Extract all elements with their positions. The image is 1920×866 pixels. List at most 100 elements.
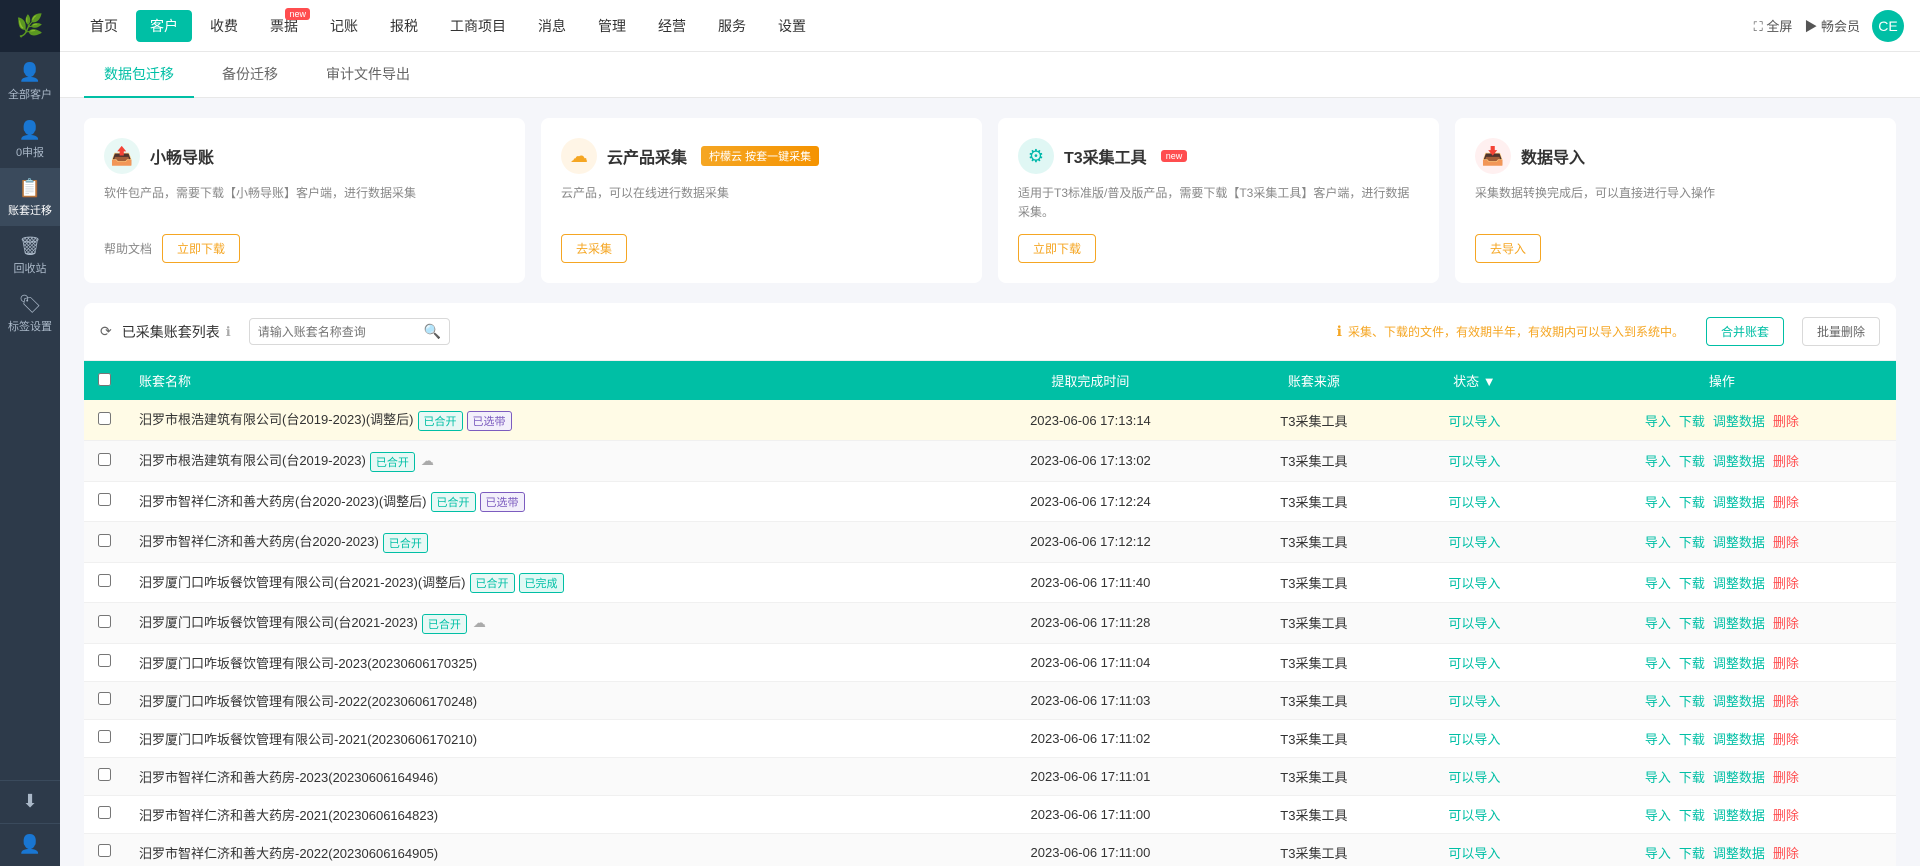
row-checkbox[interactable]: [98, 453, 111, 466]
sidebar-item-download[interactable]: ⬇: [0, 780, 60, 823]
action-import[interactable]: 导入: [1645, 656, 1671, 671]
action-download[interactable]: 下载: [1679, 535, 1705, 550]
action-download[interactable]: 下载: [1679, 616, 1705, 631]
action-import[interactable]: 导入: [1645, 454, 1671, 469]
action-adjust[interactable]: 调整数据: [1713, 576, 1765, 591]
row-checkbox[interactable]: [98, 493, 111, 506]
user-avatar[interactable]: CE: [1872, 10, 1904, 42]
action-delete[interactable]: 删除: [1773, 656, 1799, 671]
go-import-btn[interactable]: 去导入: [1475, 234, 1541, 263]
search-input[interactable]: [258, 325, 418, 339]
search-icon[interactable]: 🔍: [424, 323, 441, 340]
nav-operation[interactable]: 经营: [644, 10, 700, 42]
action-adjust[interactable]: 调整数据: [1713, 495, 1765, 510]
row-checkbox[interactable]: [98, 615, 111, 628]
nav-settings[interactable]: 设置: [764, 10, 820, 42]
action-download[interactable]: 下载: [1679, 656, 1705, 671]
sidebar-item-tag-settings[interactable]: 🏷 标签设置: [0, 284, 60, 342]
nav-message[interactable]: 消息: [524, 10, 580, 42]
row-checkbox[interactable]: [98, 844, 111, 857]
row-checkbox[interactable]: [98, 574, 111, 587]
refresh-icon[interactable]: ⟳: [100, 323, 112, 340]
go-collect-btn[interactable]: 去采集: [561, 234, 627, 263]
action-import[interactable]: 导入: [1645, 846, 1671, 861]
row-checkbox[interactable]: [98, 806, 111, 819]
action-adjust[interactable]: 调整数据: [1713, 414, 1765, 429]
action-delete[interactable]: 删除: [1773, 616, 1799, 631]
nav-manage[interactable]: 管理: [584, 10, 640, 42]
sidebar-item-user[interactable]: 👤: [0, 823, 60, 866]
action-download[interactable]: 下载: [1679, 846, 1705, 861]
batch-delete-btn[interactable]: 批量删除: [1802, 317, 1880, 346]
tab-audit-export[interactable]: 审计文件导出: [306, 52, 430, 98]
action-adjust[interactable]: 调整数据: [1713, 732, 1765, 747]
download-now-t3-btn[interactable]: 立即下载: [1018, 234, 1096, 263]
nav-biz[interactable]: 工商项目: [436, 10, 520, 42]
help-doc-link[interactable]: 帮助文档: [104, 240, 152, 257]
nav-home[interactable]: 首页: [76, 10, 132, 42]
nav-tax[interactable]: 报税: [376, 10, 432, 42]
row-checkbox[interactable]: [98, 412, 111, 425]
row-checkbox[interactable]: [98, 730, 111, 743]
action-download[interactable]: 下载: [1679, 808, 1705, 823]
action-import[interactable]: 导入: [1645, 616, 1671, 631]
row-checkbox[interactable]: [98, 768, 111, 781]
action-adjust[interactable]: 调整数据: [1713, 656, 1765, 671]
tab-data-migrate[interactable]: 数据包迁移: [84, 52, 194, 98]
action-delete[interactable]: 删除: [1773, 535, 1799, 550]
action-download[interactable]: 下载: [1679, 454, 1705, 469]
nav-service[interactable]: 服务: [704, 10, 760, 42]
app-logo[interactable]: 🌿: [0, 0, 60, 52]
action-delete[interactable]: 删除: [1773, 808, 1799, 823]
action-import[interactable]: 导入: [1645, 694, 1671, 709]
sidebar-item-zero-report[interactable]: 👤 0申报: [0, 110, 60, 168]
action-download[interactable]: 下载: [1679, 694, 1705, 709]
row-checkbox[interactable]: [98, 654, 111, 667]
action-download[interactable]: 下载: [1679, 576, 1705, 591]
member-btn[interactable]: ▶ 畅会员: [1804, 16, 1860, 35]
row-checkbox[interactable]: [98, 692, 111, 705]
action-import[interactable]: 导入: [1645, 414, 1671, 429]
nav-charge[interactable]: 收费: [196, 10, 252, 42]
merge-btn[interactable]: 合并账套: [1706, 317, 1784, 346]
action-delete[interactable]: 删除: [1773, 454, 1799, 469]
nav-invoice[interactable]: 票据 new: [256, 10, 312, 42]
action-import[interactable]: 导入: [1645, 732, 1671, 747]
action-adjust[interactable]: 调整数据: [1713, 454, 1765, 469]
action-adjust[interactable]: 调整数据: [1713, 770, 1765, 785]
action-delete[interactable]: 删除: [1773, 576, 1799, 591]
action-delete[interactable]: 删除: [1773, 770, 1799, 785]
action-download[interactable]: 下载: [1679, 495, 1705, 510]
action-adjust[interactable]: 调整数据: [1713, 808, 1765, 823]
action-delete[interactable]: 删除: [1773, 694, 1799, 709]
nav-account[interactable]: 记账: [316, 10, 372, 42]
fullscreen-btn[interactable]: ⛶ 全屏: [1754, 16, 1793, 35]
select-all-checkbox[interactable]: [98, 373, 111, 386]
action-adjust[interactable]: 调整数据: [1713, 616, 1765, 631]
sidebar-item-recycle[interactable]: 🗑 回收站: [0, 226, 60, 284]
nav-client[interactable]: 客户: [136, 10, 192, 42]
action-import[interactable]: 导入: [1645, 770, 1671, 785]
action-download[interactable]: 下载: [1679, 732, 1705, 747]
action-download[interactable]: 下载: [1679, 770, 1705, 785]
action-delete[interactable]: 删除: [1773, 414, 1799, 429]
action-import[interactable]: 导入: [1645, 495, 1671, 510]
action-download[interactable]: 下载: [1679, 414, 1705, 429]
action-delete[interactable]: 删除: [1773, 846, 1799, 861]
action-adjust[interactable]: 调整数据: [1713, 846, 1765, 861]
action-adjust[interactable]: 调整数据: [1713, 694, 1765, 709]
filter-icon[interactable]: ▼: [1483, 374, 1496, 389]
action-import[interactable]: 导入: [1645, 808, 1671, 823]
sidebar-item-all-clients[interactable]: 👤 全部客户: [0, 52, 60, 110]
tab-backup-migrate[interactable]: 备份迁移: [202, 52, 298, 98]
download-now-xc-btn[interactable]: 立即下载: [162, 234, 240, 263]
action-delete[interactable]: 删除: [1773, 732, 1799, 747]
sidebar-item-account-migrate[interactable]: 📋 账套迁移: [0, 168, 60, 226]
action-import[interactable]: 导入: [1645, 535, 1671, 550]
row-checkbox[interactable]: [98, 534, 111, 547]
row-actions: 导入下载调整数据删除: [1548, 795, 1896, 833]
collected-title: 已采集账套列表 ℹ: [122, 322, 231, 342]
action-delete[interactable]: 删除: [1773, 495, 1799, 510]
action-adjust[interactable]: 调整数据: [1713, 535, 1765, 550]
action-import[interactable]: 导入: [1645, 576, 1671, 591]
